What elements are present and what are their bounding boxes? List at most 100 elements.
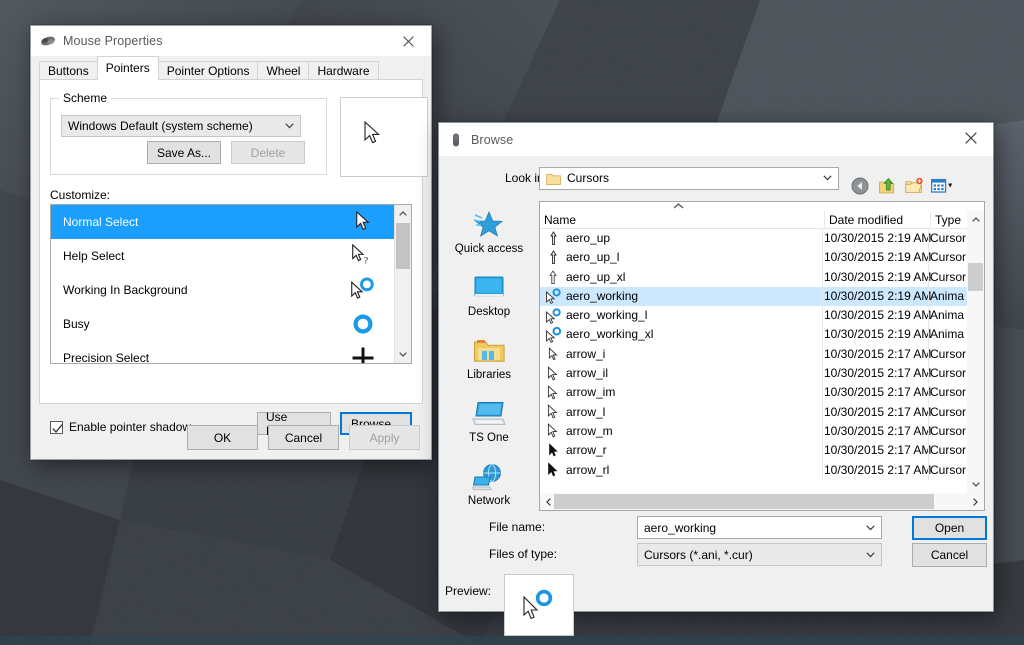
close-icon[interactable] <box>948 123 993 153</box>
file-type: Anima <box>930 306 964 325</box>
cursor-arrow-filled-icon <box>544 461 562 480</box>
place-label: Libraries <box>467 369 511 382</box>
table-row[interactable]: aero_up_xl 10/30/2015 2:19 AM Cursor <box>540 268 967 287</box>
place-network[interactable]: Network <box>441 453 537 516</box>
table-row[interactable]: aero_up 10/30/2015 2:19 AM Cursor <box>540 229 967 248</box>
scrollbar-thumb[interactable] <box>554 494 934 509</box>
scroll-down-icon[interactable] <box>395 346 411 363</box>
table-row[interactable]: arrow_im 10/30/2015 2:17 AM Cursor <box>540 383 967 402</box>
table-row[interactable]: aero_up_l 10/30/2015 2:19 AM Cursor <box>540 248 967 267</box>
place-label: TS One <box>469 432 509 445</box>
enable-pointer-shadow-checkbox[interactable] <box>50 421 63 434</box>
scroll-right-icon[interactable] <box>967 493 984 510</box>
file-name: arrow_l <box>566 403 605 422</box>
column-header-date-modified[interactable]: Date modified <box>824 211 930 229</box>
tab-pointers[interactable]: Pointers <box>97 56 159 80</box>
this-pc-computer-icon <box>472 396 506 432</box>
enable-pointer-shadow-row[interactable]: Enable pointer shadow <box>50 420 191 434</box>
file-name-input[interactable]: aero_working <box>637 516 882 539</box>
scheme-buttons: Save As... Delete <box>147 141 305 164</box>
place-label: Network <box>468 495 510 508</box>
list-item[interactable]: Working In Background <box>51 273 394 307</box>
customize-list-items: Normal Select Help Select ? <box>51 205 394 363</box>
table-row[interactable]: arrow_il 10/30/2015 2:17 AM Cursor <box>540 364 967 383</box>
table-row[interactable]: aero_working 10/30/2015 2:19 AM Anima <box>540 287 967 306</box>
delete-button[interactable]: Delete <box>231 141 305 164</box>
place-ts-one[interactable]: TS One <box>441 390 537 453</box>
file-name: aero_working_xl <box>566 325 653 344</box>
table-row[interactable]: arrow_r 10/30/2015 2:17 AM Cursor <box>540 441 967 460</box>
network-globe-icon <box>472 459 506 495</box>
cursor-arrow-icon <box>544 364 562 383</box>
arrow-busy-cursor <box>522 589 556 621</box>
cancel-button[interactable]: Cancel <box>912 543 987 567</box>
browse-dialog-body: Look in: Cursors <box>439 156 993 611</box>
browse-dialog-titlebar[interactable]: Browse <box>439 123 993 156</box>
chevron-down-icon[interactable] <box>859 552 881 558</box>
customize-list-scrollbar[interactable] <box>394 205 411 363</box>
file-list-horizontal-scrollbar[interactable] <box>540 493 984 510</box>
column-header-name[interactable]: Name <box>540 211 824 229</box>
file-date: 10/30/2015 2:19 AM <box>824 268 931 287</box>
cancel-button[interactable]: Cancel <box>268 425 339 450</box>
table-row[interactable]: aero_working_xl 10/30/2015 2:19 AM Anima <box>540 325 967 344</box>
list-item[interactable]: Help Select ? <box>51 239 394 273</box>
mouse-properties-tabstrip[interactable]: Buttons Pointers Pointer Options Wheel H… <box>39 58 423 80</box>
pointer-preview <box>340 97 428 177</box>
ok-button[interactable]: OK <box>187 425 258 450</box>
look-in-dropdown[interactable]: Cursors <box>539 167 839 190</box>
chevron-down-icon <box>278 123 300 129</box>
place-label: Desktop <box>468 306 510 319</box>
browse-dialog-title: Browse <box>471 133 513 147</box>
place-libraries[interactable]: Libraries <box>441 327 537 390</box>
arrow-question-cursor-icon: ? <box>346 239 380 273</box>
files-of-type-row: Files of type: Cursors (*.ani, *.cur) Ca… <box>439 543 993 566</box>
close-icon[interactable] <box>386 26 431 56</box>
table-row[interactable]: arrow_i 10/30/2015 2:17 AM Cursor <box>540 345 967 364</box>
mouse-properties-title: Mouse Properties <box>63 34 163 48</box>
scheme-group: Scheme Windows Default (system scheme) S… <box>50 98 327 175</box>
open-button[interactable]: Open <box>912 516 987 540</box>
file-list-vertical-scrollbar[interactable] <box>967 211 984 493</box>
table-row[interactable]: arrow_m 10/30/2015 2:17 AM Cursor <box>540 422 967 441</box>
table-row[interactable]: arrow_l 10/30/2015 2:17 AM Cursor <box>540 403 967 422</box>
place-quick-access[interactable]: Quick access <box>441 201 537 264</box>
back-icon[interactable] <box>849 175 871 197</box>
table-row[interactable]: aero_working_l 10/30/2015 2:19 AM Anima <box>540 306 967 325</box>
mouse-properties-titlebar[interactable]: Mouse Properties <box>31 26 431 56</box>
files-of-type-value: Cursors (*.ani, *.cur) <box>644 548 859 562</box>
list-item-label: Normal Select <box>63 215 138 229</box>
chevron-down-icon[interactable] <box>859 525 881 531</box>
file-list-column-headers[interactable]: Name Date modified Type <box>540 211 984 229</box>
save-as-button[interactable]: Save As... <box>147 141 221 164</box>
scroll-down-icon[interactable] <box>967 476 984 493</box>
file-list[interactable]: Name Date modified Type aero_up 10/30/20… <box>539 201 985 511</box>
scrollbar-thumb[interactable] <box>968 263 983 291</box>
list-item[interactable]: Precision Select <box>51 341 394 364</box>
file-type: Cursor <box>930 268 966 287</box>
new-folder-icon[interactable] <box>903 175 925 197</box>
file-name: aero_working_l <box>566 306 647 325</box>
views-icon[interactable] <box>930 175 956 197</box>
scroll-up-icon[interactable] <box>395 205 411 222</box>
scheme-dropdown[interactable]: Windows Default (system scheme) <box>61 115 301 137</box>
customize-list[interactable]: Normal Select Help Select ? <box>50 204 412 364</box>
browse-dialog-window[interactable]: Browse Look in: Cursors <box>438 122 994 612</box>
files-of-type-label: Files of type: <box>489 543 569 566</box>
up-one-level-icon[interactable] <box>876 175 898 197</box>
file-name-value: aero_working <box>644 521 859 535</box>
scroll-up-icon[interactable] <box>967 211 984 228</box>
list-item[interactable]: Normal Select <box>51 205 394 239</box>
scrollbar-thumb[interactable] <box>396 223 410 269</box>
delete-label: Delete <box>251 146 286 160</box>
place-desktop[interactable]: Desktop <box>441 264 537 327</box>
files-of-type-dropdown[interactable]: Cursors (*.ani, *.cur) <box>637 543 882 566</box>
table-row[interactable]: arrow_rl 10/30/2015 2:17 AM Cursor <box>540 461 967 480</box>
apply-button[interactable]: Apply <box>349 425 420 450</box>
scheme-group-label: Scheme <box>59 91 111 105</box>
file-name: aero_up <box>566 229 610 248</box>
mouse-properties-dialog-buttons: OK Cancel Apply <box>187 425 420 450</box>
list-item[interactable]: Busy <box>51 307 394 341</box>
mouse-properties-window[interactable]: Mouse Properties Buttons Pointers Pointe… <box>30 25 432 460</box>
cancel-label: Cancel <box>931 548 968 562</box>
